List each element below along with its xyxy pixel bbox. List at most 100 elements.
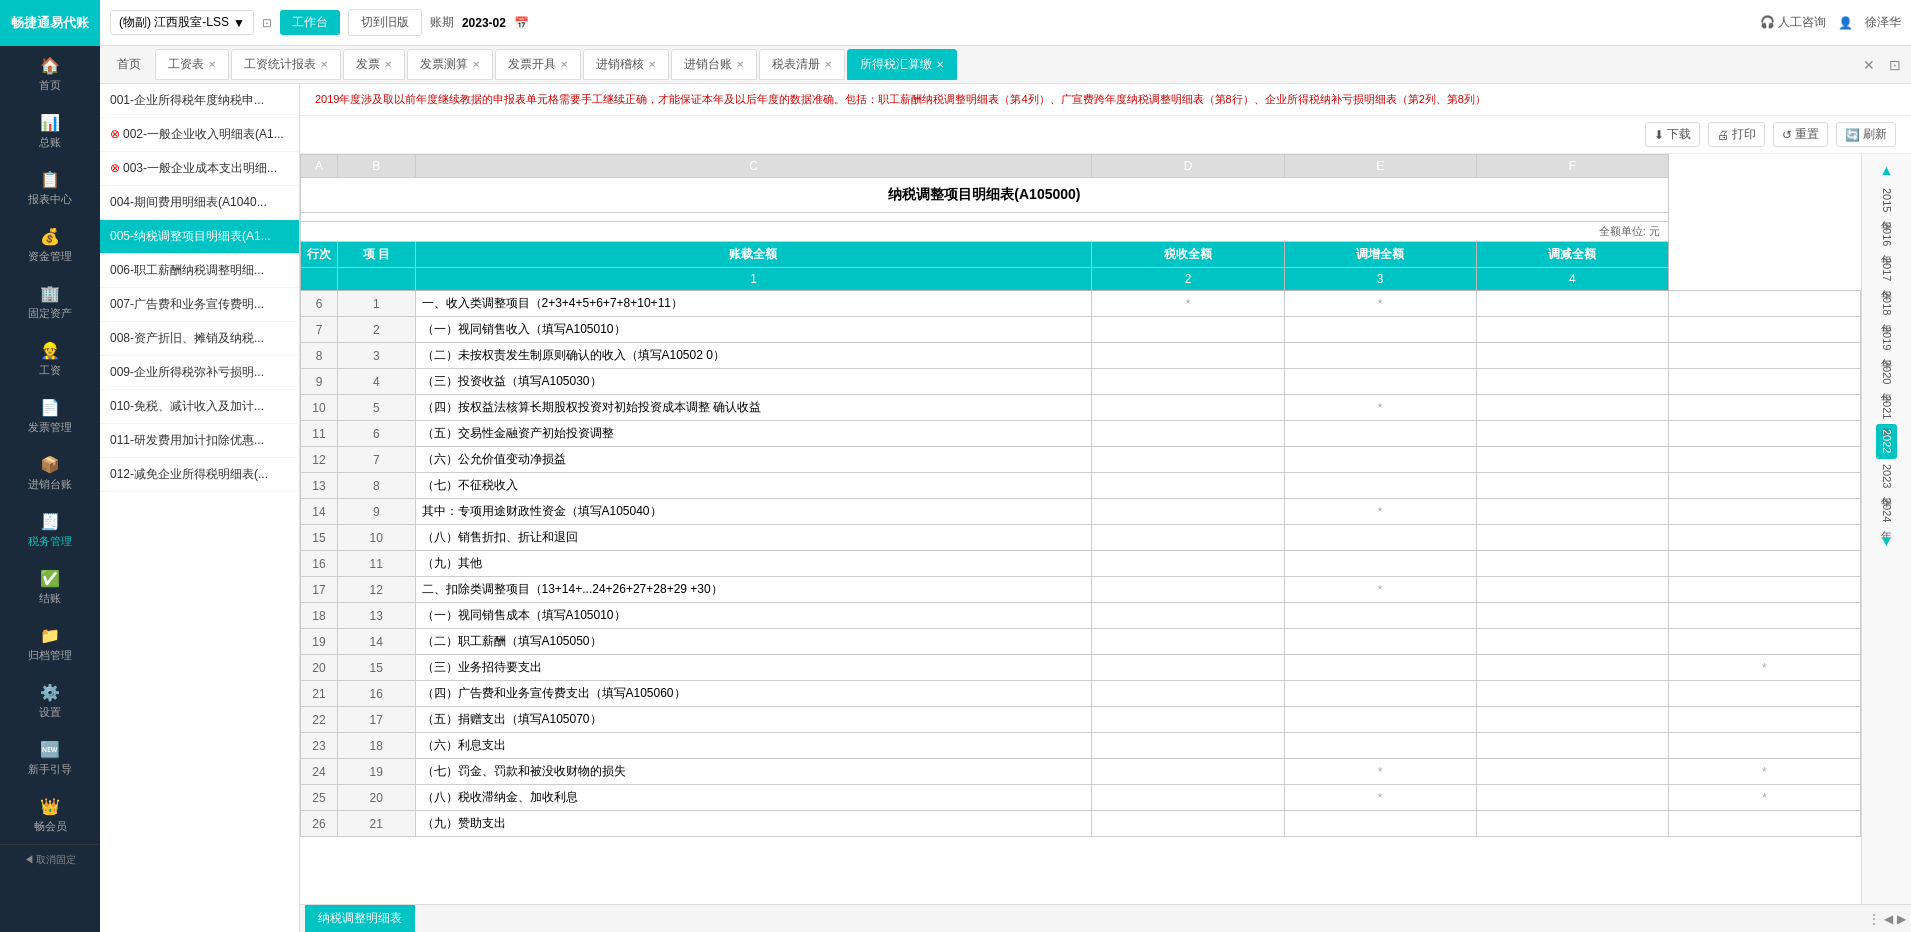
row-item[interactable]: （九）赞助支出 (415, 811, 1092, 837)
row-item[interactable]: （四）广告费和业务宣传费支出（填写A105060） (415, 681, 1092, 707)
row-c1[interactable] (1092, 421, 1284, 447)
customer-service[interactable]: 🎧 人工咨询 (1760, 14, 1826, 31)
row-c3[interactable] (1476, 369, 1668, 395)
row-c3[interactable] (1476, 785, 1668, 811)
row-c3[interactable] (1476, 707, 1668, 733)
row-c1[interactable]: * (1092, 291, 1284, 317)
reset-button[interactable]: ↺ 重置 (1773, 122, 1828, 147)
row-c2[interactable] (1284, 369, 1476, 395)
row-c1[interactable] (1092, 317, 1284, 343)
row-c4[interactable] (1668, 525, 1860, 551)
row-c4[interactable] (1668, 395, 1860, 421)
calendar-icon[interactable]: 📅 (514, 16, 529, 30)
row-c4[interactable] (1668, 291, 1860, 317)
row-c4[interactable] (1668, 369, 1860, 395)
year-scroll-down[interactable]: ▼ (1877, 530, 1897, 552)
row-c3[interactable] (1476, 343, 1668, 369)
year-item-2024年[interactable]: 2024年 (1876, 493, 1897, 527)
tab-9[interactable]: 所得税汇算缴✕ (847, 49, 957, 80)
row-c1[interactable] (1092, 655, 1284, 681)
row-item[interactable]: （六）利息支出 (415, 733, 1092, 759)
row-c3[interactable] (1476, 655, 1668, 681)
tab-close-icon[interactable]: ✕ (736, 59, 744, 70)
row-c2[interactable] (1284, 681, 1476, 707)
row-c2[interactable]: * (1284, 759, 1476, 785)
row-c1[interactable] (1092, 499, 1284, 525)
sheet-options-icon[interactable]: ⋮ (1868, 912, 1880, 926)
row-c1[interactable] (1092, 447, 1284, 473)
tab-2[interactable]: 工资统计报表✕ (231, 49, 341, 80)
row-c4[interactable] (1668, 551, 1860, 577)
row-c2[interactable] (1284, 733, 1476, 759)
row-c2[interactable] (1284, 473, 1476, 499)
tab-close-icon[interactable]: ✕ (208, 59, 216, 70)
sidebar-item-新手引导[interactable]: 🆕新手引导 (0, 730, 100, 787)
left-panel-item[interactable]: 009-企业所得税弥补亏损明... (100, 356, 299, 390)
sidebar-item-税务管理[interactable]: 🧾税务管理 (0, 502, 100, 559)
row-c1[interactable] (1092, 577, 1284, 603)
row-item[interactable]: （四）按权益法核算长期股权投资对初始投资成本调整 确认收益 (415, 395, 1092, 421)
tab-close-icon[interactable]: ✕ (824, 59, 832, 70)
sidebar-item-归档管理[interactable]: 📁归档管理 (0, 616, 100, 673)
sidebar-item-结账[interactable]: ✅结账 (0, 559, 100, 616)
tab-3[interactable]: 发票✕ (343, 49, 405, 80)
row-c4[interactable] (1668, 577, 1860, 603)
sheet-scroll-right[interactable]: ▶ (1897, 912, 1906, 926)
row-c2[interactable] (1284, 447, 1476, 473)
row-c4[interactable]: * (1668, 785, 1860, 811)
left-panel-item[interactable]: 001-企业所得税年度纳税申... (100, 84, 299, 118)
year-item-2019年[interactable]: 2019年 (1876, 321, 1897, 355)
row-c3[interactable] (1476, 317, 1668, 343)
row-c2[interactable] (1284, 525, 1476, 551)
sidebar-item-总账[interactable]: 📊总账 (0, 103, 100, 160)
row-c3[interactable] (1476, 291, 1668, 317)
row-item[interactable]: （七）不征税收入 (415, 473, 1092, 499)
sidebar-item-资金管理[interactable]: 💰资金管理 (0, 217, 100, 274)
row-item[interactable]: （八）税收滞纳金、加收利息 (415, 785, 1092, 811)
tab-0[interactable]: 首页 (105, 50, 153, 79)
row-item[interactable]: （二）未按权责发生制原则确认的收入（填写A10502 0） (415, 343, 1092, 369)
tab-close-icon[interactable]: ✕ (320, 59, 328, 70)
download-button[interactable]: ⬇ 下载 (1645, 122, 1700, 147)
row-item[interactable]: （七）罚金、罚款和被没收财物的损失 (415, 759, 1092, 785)
row-c1[interactable] (1092, 343, 1284, 369)
row-c3[interactable] (1476, 525, 1668, 551)
tab-5[interactable]: 发票开具✕ (495, 49, 581, 80)
tab-close-icon[interactable]: ✕ (384, 59, 392, 70)
row-c2[interactable]: * (1284, 395, 1476, 421)
row-c2[interactable] (1284, 811, 1476, 837)
row-c1[interactable] (1092, 811, 1284, 837)
year-item-2022年[interactable]: 2022年 (1876, 424, 1897, 458)
sheet-tab[interactable]: 纳税调整明细表 (305, 905, 415, 932)
row-c3[interactable] (1476, 629, 1668, 655)
sidebar-item-进销台账[interactable]: 📦进销台账 (0, 445, 100, 502)
row-c4[interactable] (1668, 317, 1860, 343)
left-panel-item[interactable]: 008-资产折旧、摊销及纳税... (100, 322, 299, 356)
left-panel-item[interactable]: 004-期间费用明细表(A1040... (100, 186, 299, 220)
row-c3[interactable] (1476, 811, 1668, 837)
row-c4[interactable] (1668, 629, 1860, 655)
unpin-button[interactable]: ◀ 取消固定 (0, 844, 100, 875)
left-panel-item[interactable]: ⊗002-一般企业收入明细表(A1... (100, 118, 299, 152)
row-c2[interactable]: * (1284, 577, 1476, 603)
left-panel-item[interactable]: 006-职工薪酬纳税调整明细... (100, 254, 299, 288)
row-c3[interactable] (1476, 577, 1668, 603)
row-c4[interactable] (1668, 603, 1860, 629)
row-item[interactable]: （一）视同销售成本（填写A105010） (415, 603, 1092, 629)
row-item[interactable]: （二）职工薪酬（填写A105050） (415, 629, 1092, 655)
tab-1[interactable]: 工资表✕ (155, 49, 229, 80)
row-c4[interactable] (1668, 473, 1860, 499)
row-item[interactable]: （三）业务招待要支出 (415, 655, 1092, 681)
row-c3[interactable] (1476, 499, 1668, 525)
row-c1[interactable] (1092, 551, 1284, 577)
row-c3[interactable] (1476, 395, 1668, 421)
row-c3[interactable] (1476, 681, 1668, 707)
row-c4[interactable] (1668, 343, 1860, 369)
tab-6[interactable]: 进销稽核✕ (583, 49, 669, 80)
row-c1[interactable] (1092, 733, 1284, 759)
row-c4[interactable]: * (1668, 655, 1860, 681)
row-c2[interactable] (1284, 707, 1476, 733)
row-c2[interactable] (1284, 603, 1476, 629)
row-item[interactable]: 二、扣除类调整项目（13+14+...24+26+27+28+29 +30） (415, 577, 1092, 603)
row-c2[interactable]: * (1284, 291, 1476, 317)
